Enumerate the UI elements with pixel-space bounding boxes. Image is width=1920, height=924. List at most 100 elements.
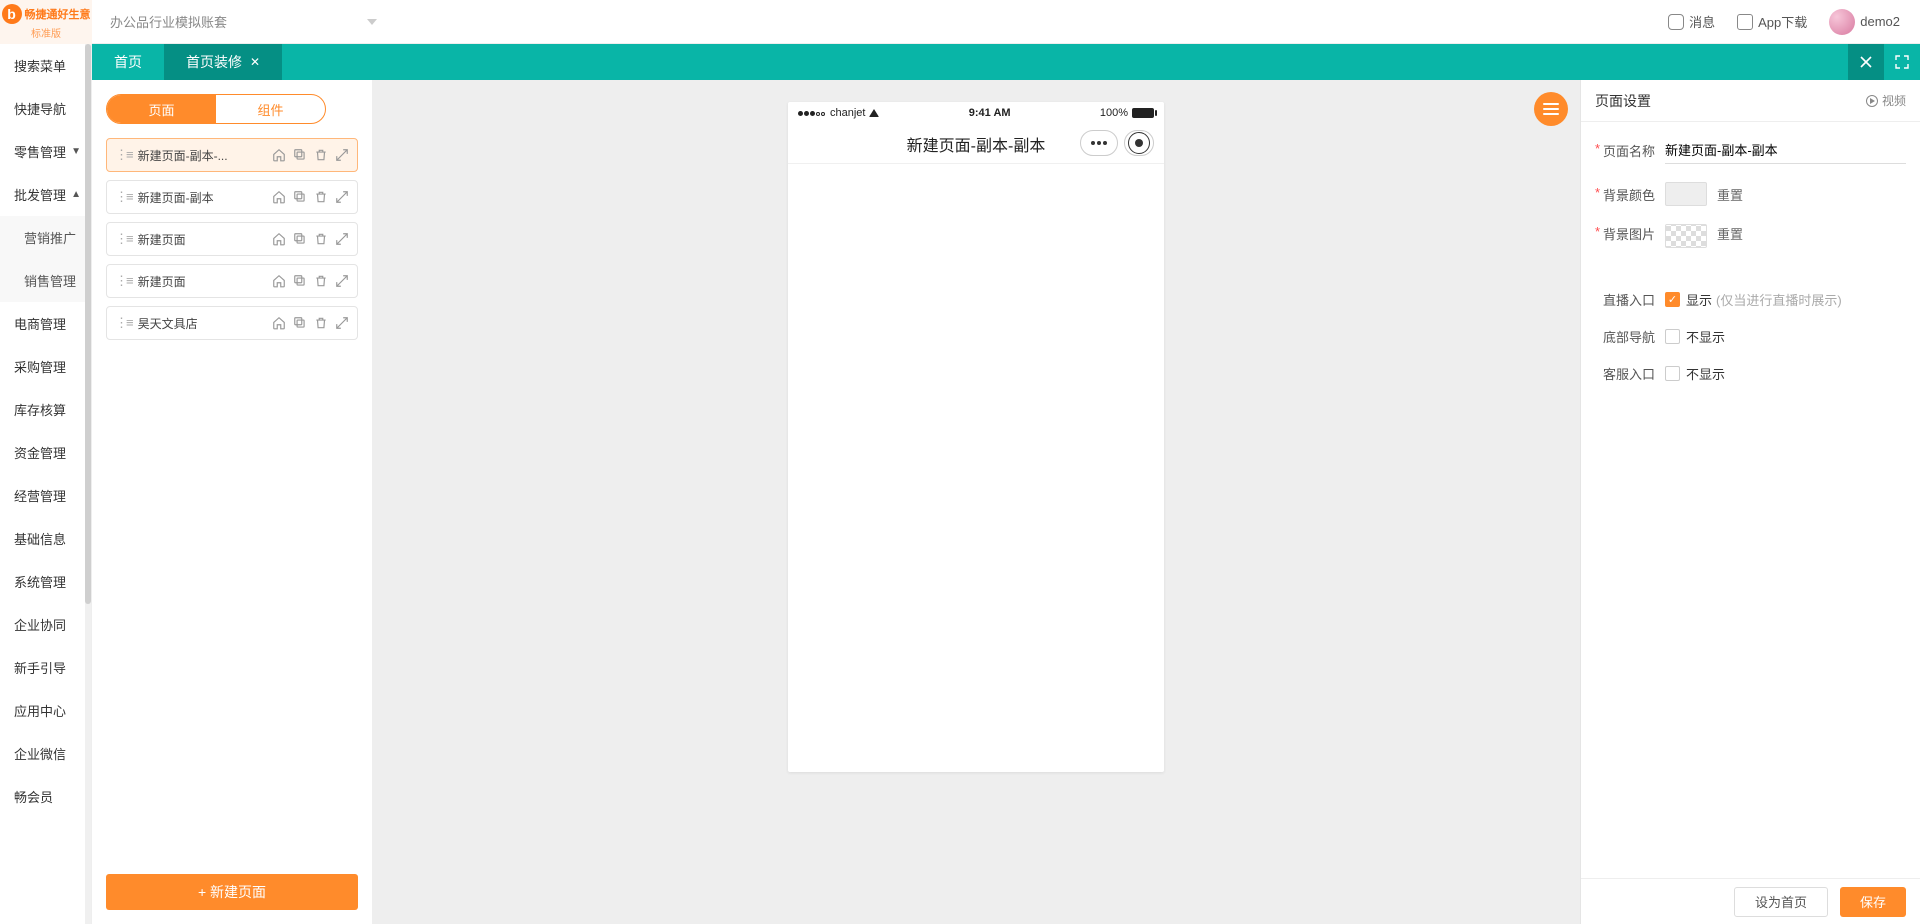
drag-handle-icon[interactable]: ⋮≡ [115,315,132,331]
sidebar-item-label: 企业微信 [14,744,66,763]
sidebar-item-8[interactable]: 库存核算 [0,388,91,431]
field-label-bottomnav: 底部导航 [1595,327,1665,346]
close-icon[interactable]: ✕ [250,55,260,69]
menu-fab[interactable] [1534,92,1568,126]
drag-handle-icon[interactable]: ⋮≡ [115,147,132,163]
sidebar-item-13[interactable]: 企业协同 [0,603,91,646]
company-selector[interactable]: 办公品行业模拟账套 [110,12,377,31]
delete-icon[interactable] [313,274,328,289]
seg-tab-component[interactable]: 组件 [216,95,325,123]
delete-icon[interactable] [313,148,328,163]
home-icon[interactable] [271,232,286,247]
sidebar-item-17[interactable]: 畅会员 [0,775,91,818]
sidebar-item-label: 搜索菜单 [14,56,66,75]
close-all-tabs[interactable] [1848,44,1884,80]
phone-time: 9:41 AM [969,107,1011,119]
sidebar-item-10[interactable]: 经营管理 [0,474,91,517]
phone-icon [1737,14,1753,30]
share-icon[interactable] [334,190,349,205]
wifi-icon [869,109,879,117]
sidebar-item-7[interactable]: 采购管理 [0,345,91,388]
sidebar-item-4[interactable]: 营销推广 [0,216,91,259]
sidebar-scrollbar[interactable] [85,44,91,924]
set-home-button[interactable]: 设为首页 [1734,887,1828,917]
delete-icon[interactable] [313,232,328,247]
sidebar-item-label: 畅会员 [14,787,53,806]
sidebar-item-1[interactable]: 快捷导航 [0,87,91,130]
video-help-link[interactable]: 视频 [1866,92,1906,109]
messages-label: 消息 [1689,12,1715,31]
tab-0[interactable]: 首页 [92,44,164,80]
bgimage-reset[interactable]: 重置 [1717,224,1743,243]
copy-icon[interactable] [292,148,307,163]
page-row-2[interactable]: ⋮≡新建页面 [106,222,358,256]
page-row-3[interactable]: ⋮≡新建页面 [106,264,358,298]
sidebar-item-15[interactable]: 应用中心 [0,689,91,732]
sidebar-item-0[interactable]: 搜索菜单 [0,44,91,87]
user-menu[interactable]: demo2 [1829,9,1900,35]
sidebar-item-2[interactable]: 零售管理▼ [0,130,91,173]
field-label-pagename: 页面名称 [1595,141,1665,160]
miniapp-close-icon[interactable] [1124,130,1154,156]
page-row-4[interactable]: ⋮≡ 昊天文具店 [106,306,358,340]
service-checkbox[interactable] [1665,366,1680,381]
bgcolor-swatch[interactable] [1665,182,1707,206]
drag-handle-icon[interactable]: ⋮≡ [115,273,132,289]
home-icon[interactable] [271,316,286,331]
sidebar-item-5[interactable]: 销售管理 [0,259,91,302]
drag-handle-icon[interactable]: ⋮≡ [115,189,132,205]
sidebar-item-label: 零售管理 [14,142,66,161]
share-icon[interactable] [334,232,349,247]
bgcolor-reset[interactable]: 重置 [1717,185,1743,204]
bgimage-placeholder[interactable] [1665,224,1707,248]
logo-mark: b [2,4,22,24]
miniapp-menu-icon[interactable] [1080,130,1118,156]
sidebar-item-16[interactable]: 企业微信 [0,732,91,775]
app-download-label: App下载 [1758,12,1807,31]
save-button[interactable]: 保存 [1840,887,1906,917]
sidebar-item-3[interactable]: 批发管理▲ [0,173,91,216]
fullscreen-toggle[interactable] [1884,44,1920,80]
drag-handle-icon[interactable]: ⋮≡ [115,231,132,247]
sidebar-item-label: 营销推广 [24,228,76,247]
copy-icon[interactable] [292,232,307,247]
home-icon[interactable] [271,190,286,205]
phone-header: 新建页面-副本-副本 [788,124,1164,164]
copy-icon[interactable] [292,190,307,205]
share-icon[interactable] [334,316,349,331]
page-name-input[interactable] [1665,136,1906,164]
video-label: 视频 [1882,92,1906,109]
new-page-button[interactable]: + 新建页面 [106,874,358,910]
home-icon[interactable] [271,274,286,289]
carrier-label: chanjet [830,107,865,119]
sidebar-item-11[interactable]: 基础信息 [0,517,91,560]
copy-icon[interactable] [292,316,307,331]
page-row-1[interactable]: ⋮≡新建页面-副本 [106,180,358,214]
bottomnav-checkbox[interactable] [1665,329,1680,344]
tab-1[interactable]: 首页装修✕ [164,44,282,80]
page-row-label: 昊天文具店 [138,315,265,332]
seg-tab-page[interactable]: 页面 [107,95,216,123]
sidebar-item-label: 应用中心 [14,701,66,720]
battery-label: 100% [1100,107,1128,119]
delete-icon[interactable] [313,190,328,205]
top-bar: b 畅捷通好生意 标准版 办公品行业模拟账套 消息 App下载 demo2 [0,0,1920,44]
sidebar-item-6[interactable]: 电商管理 [0,302,91,345]
sidebar-item-label: 企业协同 [14,615,66,634]
page-row-0[interactable]: ⋮≡新建页面-副本-... [106,138,358,172]
share-icon[interactable] [334,274,349,289]
sidebar-item-14[interactable]: 新手引导 [0,646,91,689]
sidebar-item-9[interactable]: 资金管理 [0,431,91,474]
copy-icon[interactable] [292,274,307,289]
delete-icon[interactable] [313,316,328,331]
app-download-link[interactable]: App下载 [1737,12,1807,31]
home-icon[interactable] [271,148,286,163]
live-checkbox[interactable] [1665,292,1680,307]
sidebar-item-label: 新手引导 [14,658,66,677]
share-icon[interactable] [334,148,349,163]
live-hint: (仅当进行直播时展示) [1716,290,1842,309]
scrollbar-thumb[interactable] [85,44,91,604]
messages-link[interactable]: 消息 [1668,12,1715,31]
sidebar-item-12[interactable]: 系统管理 [0,560,91,603]
live-option-label: 显示 [1686,290,1712,309]
